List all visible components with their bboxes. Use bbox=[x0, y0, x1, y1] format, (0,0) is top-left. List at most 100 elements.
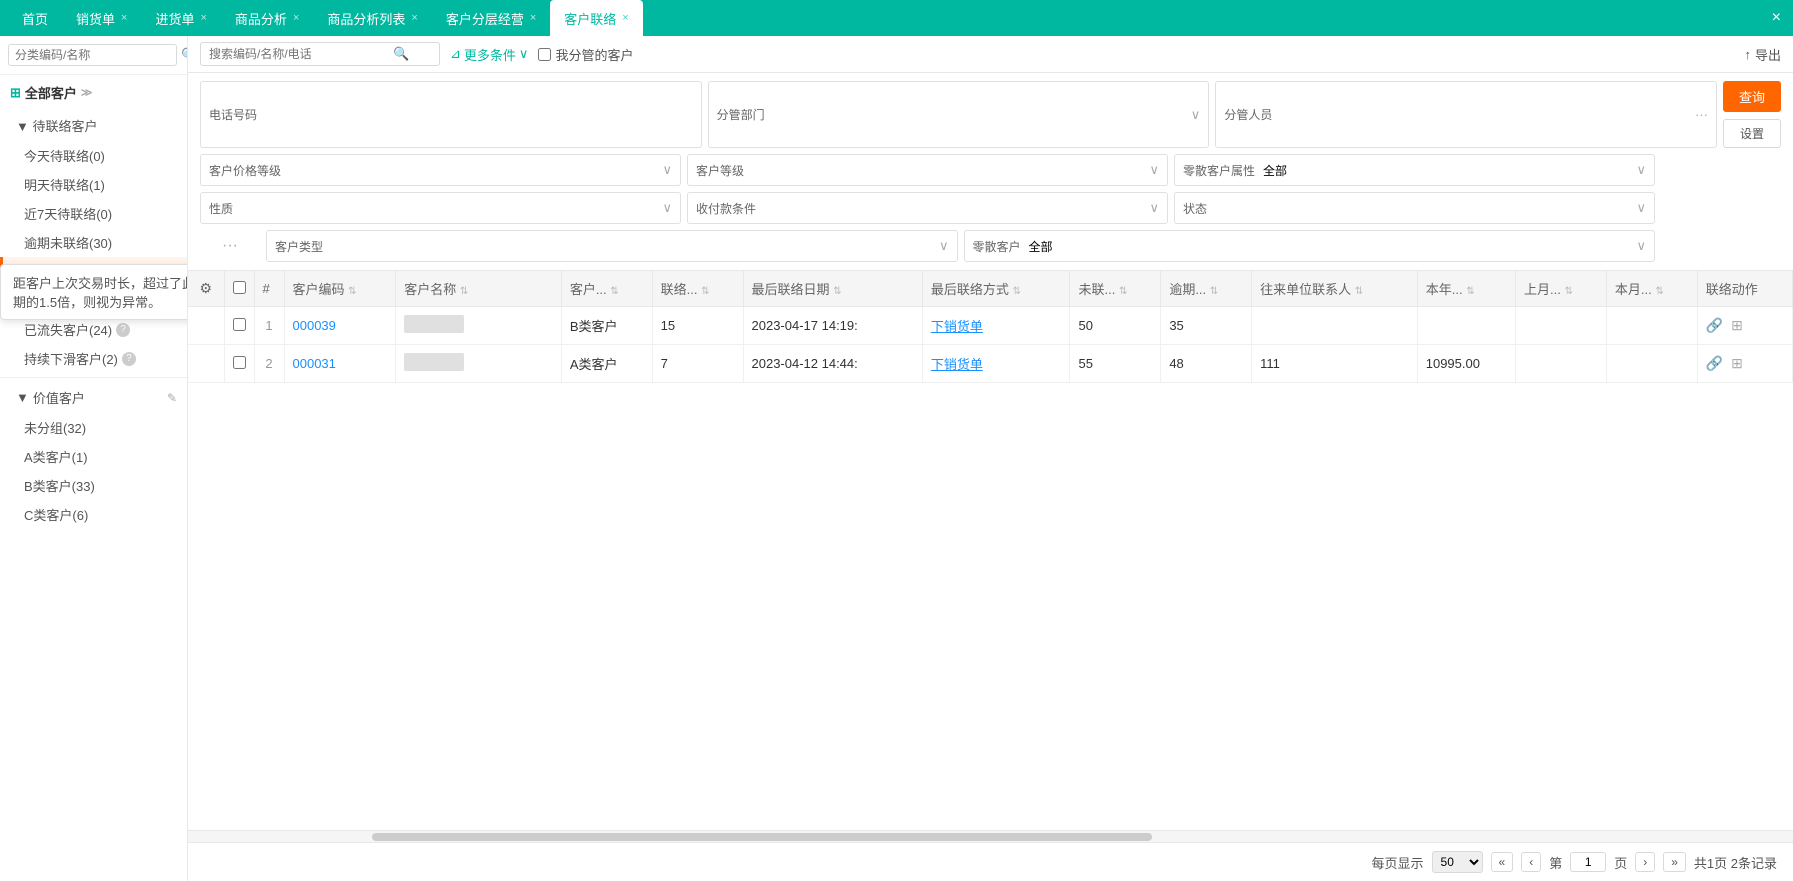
value-customer-group[interactable]: ▼ 价值客户 ✎ bbox=[0, 382, 187, 413]
price-level-input[interactable] bbox=[289, 163, 662, 177]
nature-dropdown-icon[interactable]: ∨ bbox=[662, 200, 672, 216]
customer-level-dropdown-icon[interactable]: ∨ bbox=[1149, 162, 1159, 178]
row-code[interactable]: 000039 bbox=[284, 307, 396, 345]
status-input[interactable] bbox=[1215, 201, 1636, 215]
select-all-checkbox[interactable] bbox=[233, 281, 246, 294]
this-month-column-header[interactable]: 本月... ⇅ bbox=[1606, 271, 1697, 307]
today-pending[interactable]: 今天待联络(0) bbox=[0, 141, 187, 170]
unclassified-customers[interactable]: 未分组(32) bbox=[0, 413, 187, 442]
this-year-sort-icon[interactable]: ⇅ bbox=[1466, 286, 1474, 297]
payment-input[interactable] bbox=[764, 201, 1149, 215]
grid-action-icon[interactable]: ⊞ bbox=[1731, 355, 1743, 372]
type-sort-icon[interactable]: ⇅ bbox=[610, 286, 618, 297]
last-month-column-header[interactable]: 上月... ⇅ bbox=[1516, 271, 1607, 307]
manager-input[interactable] bbox=[1280, 108, 1695, 122]
window-close-button[interactable]: × bbox=[1772, 9, 1781, 27]
per-page-select[interactable]: 50 100 200 bbox=[1432, 851, 1483, 873]
class-a-customers[interactable]: A类客户(1) bbox=[0, 442, 187, 471]
customer-type-dropdown-icon[interactable]: ∨ bbox=[939, 238, 949, 254]
manager-more-icon[interactable]: ··· bbox=[1695, 107, 1708, 122]
uncontacted-column-header[interactable]: 未联... ⇅ bbox=[1070, 271, 1161, 307]
nav-product-analysis[interactable]: 商品分析 × bbox=[221, 0, 313, 36]
prev-page-button[interactable]: ‹ bbox=[1521, 852, 1541, 872]
payment-dropdown-icon[interactable]: ∨ bbox=[1149, 200, 1159, 216]
row-last-contact-method[interactable]: 下销货单 bbox=[922, 345, 1070, 383]
this-year-column-header[interactable]: 本年... ⇅ bbox=[1417, 271, 1515, 307]
settings-column-header[interactable]: ⚙ bbox=[188, 271, 224, 307]
export-button[interactable]: ↑ 导出 bbox=[1744, 45, 1781, 64]
row-checkbox[interactable] bbox=[233, 318, 246, 331]
price-level-dropdown-icon[interactable]: ∨ bbox=[662, 162, 672, 178]
nav-sales[interactable]: 销货单 × bbox=[62, 0, 141, 36]
class-b-customers[interactable]: B类客户(33) bbox=[0, 471, 187, 500]
main-search-input[interactable] bbox=[209, 47, 389, 61]
nav-home[interactable]: 首页 bbox=[8, 0, 62, 36]
status-dropdown-icon[interactable]: ∨ bbox=[1636, 200, 1646, 216]
last-contact-method-column-header[interactable]: 最后联络方式 ⇅ bbox=[922, 271, 1070, 307]
next-page-button[interactable]: › bbox=[1635, 852, 1655, 872]
main-search-icon[interactable]: 🔍 bbox=[393, 46, 409, 62]
all-customers-header[interactable]: ⊞ 全部客户 ≫ bbox=[0, 75, 187, 110]
link-action-icon[interactable]: 🔗 bbox=[1706, 355, 1723, 372]
scrollbar-thumb[interactable] bbox=[372, 833, 1152, 841]
overdue-sort-icon[interactable]: ⇅ bbox=[1210, 286, 1218, 297]
row-code[interactable]: 000031 bbox=[284, 345, 396, 383]
overdue-column-header[interactable]: 逾期... ⇅ bbox=[1161, 271, 1252, 307]
sidebar-search-icon[interactable]: 🔍 bbox=[181, 47, 188, 63]
last-contact-date-sort-icon[interactable]: ⇅ bbox=[833, 286, 841, 297]
last-page-button[interactable]: » bbox=[1663, 852, 1686, 872]
customer-type-input[interactable] bbox=[331, 239, 939, 253]
type-column-header[interactable]: 客户... ⇅ bbox=[561, 271, 652, 307]
close-product-analysis-icon[interactable]: × bbox=[293, 12, 299, 24]
nature-input[interactable] bbox=[241, 201, 662, 215]
uncontacted-sort-icon[interactable]: ⇅ bbox=[1119, 286, 1127, 297]
nav-purchase[interactable]: 进货单 × bbox=[141, 0, 220, 36]
past-contacts-column-header[interactable]: 往来单位联系人 ⇅ bbox=[1252, 271, 1418, 307]
tomorrow-pending[interactable]: 明天待联络(1) bbox=[0, 170, 187, 199]
nav-product-list[interactable]: 商品分析列表 × bbox=[313, 0, 431, 36]
last-month-sort-icon[interactable]: ⇅ bbox=[1564, 286, 1572, 297]
query-button[interactable]: 查询 bbox=[1723, 81, 1781, 112]
nav-customer-mgmt[interactable]: 客户分层经营 × bbox=[432, 0, 550, 36]
first-page-button[interactable]: « bbox=[1491, 852, 1514, 872]
declining-customers[interactable]: 持续下滑客户(2) ? bbox=[0, 344, 187, 373]
last-contact-method-sort-icon[interactable]: ⇅ bbox=[1012, 286, 1020, 297]
name-column-header[interactable]: 客户名称 ⇅ bbox=[396, 271, 562, 307]
row-last-contact-method[interactable]: 下销货单 bbox=[922, 307, 1070, 345]
close-purchase-icon[interactable]: × bbox=[200, 12, 206, 24]
name-sort-icon[interactable]: ⇅ bbox=[460, 286, 468, 297]
row-checkbox[interactable] bbox=[233, 356, 246, 369]
customer-level-input[interactable] bbox=[752, 163, 1149, 177]
contact-count-sort-icon[interactable]: ⇅ bbox=[701, 286, 709, 297]
overdue-uncontacted[interactable]: 逾期未联络(30) bbox=[0, 228, 187, 257]
close-customer-contact-icon[interactable]: × bbox=[622, 12, 628, 24]
week-pending[interactable]: 近7天待联络(0) bbox=[0, 199, 187, 228]
pending-contact-group[interactable]: ▼ 待联络客户 bbox=[0, 110, 187, 141]
edit-icon[interactable]: ✎ bbox=[167, 391, 177, 405]
settings-button[interactable]: 设置 bbox=[1723, 119, 1781, 148]
scattered-attr-dropdown-icon[interactable]: ∨ bbox=[1636, 162, 1646, 178]
sidebar-search-input[interactable] bbox=[8, 44, 177, 66]
more-conditions-btn[interactable]: ⊿ 更多条件 ∨ bbox=[450, 45, 528, 64]
this-month-sort-icon[interactable]: ⇅ bbox=[1655, 286, 1663, 297]
dept-dropdown-icon[interactable]: ∨ bbox=[1191, 107, 1201, 123]
last-contact-date-column-header[interactable]: 最后联络日期 ⇅ bbox=[743, 271, 922, 307]
link-action-icon[interactable]: 🔗 bbox=[1706, 317, 1723, 334]
page-number-input[interactable] bbox=[1570, 852, 1606, 872]
more-filter-btn[interactable]: ··· bbox=[200, 230, 260, 262]
past-contacts-sort-icon[interactable]: ⇅ bbox=[1355, 286, 1363, 297]
my-customers-checkbox[interactable] bbox=[538, 48, 551, 61]
close-sales-icon[interactable]: × bbox=[121, 12, 127, 24]
close-product-list-icon[interactable]: × bbox=[411, 12, 417, 24]
phone-input[interactable] bbox=[265, 108, 693, 122]
class-c-customers[interactable]: C类客户(6) bbox=[0, 500, 187, 529]
dept-input[interactable] bbox=[773, 108, 1191, 122]
code-column-header[interactable]: 客户编码 ⇅ bbox=[284, 271, 396, 307]
code-sort-icon[interactable]: ⇅ bbox=[348, 286, 356, 297]
grid-action-icon[interactable]: ⊞ bbox=[1731, 317, 1743, 334]
scattered-customer-dropdown-icon[interactable]: ∨ bbox=[1636, 238, 1646, 254]
settings-gear-icon[interactable]: ⚙ bbox=[199, 280, 212, 296]
nav-customer-contact[interactable]: 客户联络 × bbox=[550, 0, 642, 36]
contact-count-column-header[interactable]: 联络... ⇅ bbox=[652, 271, 743, 307]
close-customer-mgmt-icon[interactable]: × bbox=[530, 12, 536, 24]
